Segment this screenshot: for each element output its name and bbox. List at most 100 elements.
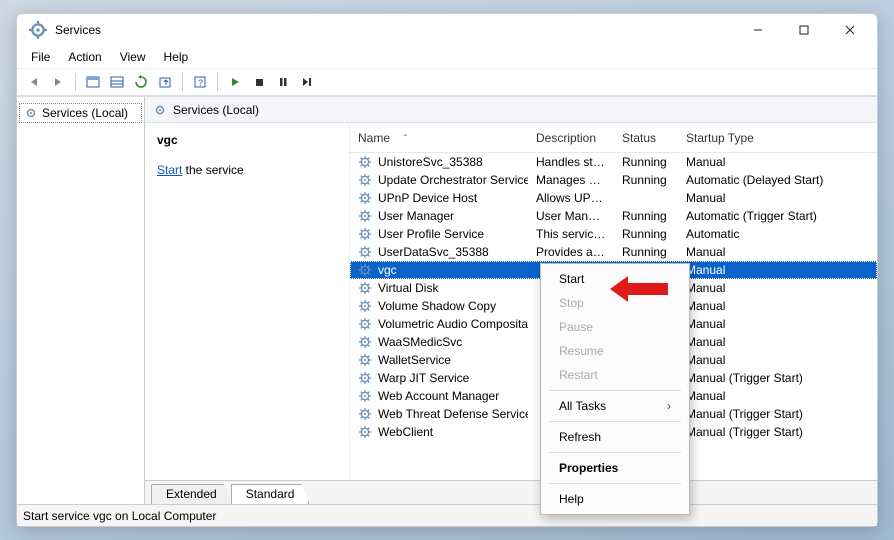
row-desc: User Manag…	[528, 209, 614, 223]
forward-button[interactable]	[47, 71, 69, 93]
tree-root-label: Services (Local)	[42, 106, 128, 120]
row-desc: Provides ap…	[528, 245, 614, 259]
row-name: vgc	[378, 263, 397, 277]
tree-pane: Services (Local)	[17, 97, 145, 504]
row-startup: Manual (Trigger Start)	[678, 407, 877, 421]
menu-action[interactable]: Action	[60, 48, 109, 66]
col-description[interactable]: Description	[528, 131, 614, 145]
help-button[interactable]: ?	[189, 71, 211, 93]
ctx-properties[interactable]: Properties	[541, 456, 689, 480]
tab-extended[interactable]: Extended	[151, 484, 232, 504]
gear-icon	[358, 407, 372, 421]
row-startup: Automatic	[678, 227, 877, 241]
table-row[interactable]: Update Orchestrator ServiceManages Wi…Ru…	[350, 171, 877, 189]
maximize-button[interactable]	[781, 16, 827, 44]
tab-standard[interactable]: Standard	[231, 484, 310, 504]
service-summary-pane: vgc Start the service	[145, 123, 350, 480]
row-startup: Manual	[678, 281, 877, 295]
row-name: UserDataSvc_35388	[378, 245, 489, 259]
row-startup: Manual (Trigger Start)	[678, 371, 877, 385]
stop-service-button[interactable]	[248, 71, 270, 93]
row-startup: Manual	[678, 317, 877, 331]
row-startup: Manual	[678, 245, 877, 259]
row-name: Volumetric Audio Composita…	[378, 317, 528, 331]
table-row[interactable]: UPnP Device HostAllows UPn…Manual	[350, 189, 877, 207]
statusbar: Start service vgc on Local Computer	[17, 504, 877, 526]
row-status: Running	[614, 245, 678, 259]
menu-file[interactable]: File	[23, 48, 58, 66]
row-desc: Handles sto…	[528, 155, 614, 169]
ctx-help[interactable]: Help	[541, 487, 689, 511]
row-status: Running	[614, 227, 678, 241]
toolbar: ?	[17, 68, 877, 96]
row-startup: Manual	[678, 299, 877, 313]
gear-icon	[358, 353, 372, 367]
row-startup: Manual	[678, 263, 877, 277]
gear-icon	[358, 245, 372, 259]
gear-icon	[358, 263, 372, 277]
menu-help[interactable]: Help	[156, 48, 197, 66]
tree-root-item[interactable]: Services (Local)	[19, 103, 142, 123]
col-name[interactable]: Name⌃	[350, 131, 528, 145]
gear-icon	[358, 281, 372, 295]
row-name: Volume Shadow Copy	[378, 299, 496, 313]
column-headers: Name⌃ Description Status Startup Type	[350, 123, 877, 153]
service-action-line: Start the service	[157, 163, 337, 177]
table-row[interactable]: User ManagerUser Manag…RunningAutomatic …	[350, 207, 877, 225]
ctx-refresh[interactable]: Refresh	[541, 425, 689, 449]
services-icon	[24, 106, 38, 120]
ctx-all-tasks[interactable]: All Tasks	[541, 394, 689, 418]
start-link[interactable]: Start	[157, 163, 182, 177]
row-status: Running	[614, 155, 678, 169]
minimize-button[interactable]	[735, 16, 781, 44]
row-startup: Manual	[678, 191, 877, 205]
body: Services (Local) Services (Local) vgc St…	[17, 96, 877, 504]
gear-icon	[358, 425, 372, 439]
status-text: Start service vgc on Local Computer	[23, 509, 216, 523]
table-row[interactable]: UserDataSvc_35388 Provides ap…RunningManu…	[350, 243, 877, 261]
row-name: UnistoreSvc_35388	[378, 155, 483, 169]
row-name: Warp JIT Service	[378, 371, 469, 385]
gear-icon	[358, 299, 372, 313]
table-row[interactable]: User Profile ServiceThis service …Runnin…	[350, 225, 877, 243]
gear-icon	[358, 155, 372, 169]
gear-icon	[358, 173, 372, 187]
ctx-resume: Resume	[541, 339, 689, 363]
row-startup: Manual (Trigger Start)	[678, 425, 877, 439]
row-name: Virtual Disk	[378, 281, 438, 295]
pause-service-button[interactable]	[272, 71, 294, 93]
row-startup: Manual	[678, 335, 877, 349]
row-name: UPnP Device Host	[378, 191, 477, 205]
back-button[interactable]	[23, 71, 45, 93]
row-name: User Manager	[378, 209, 454, 223]
show-hide-tree-button[interactable]	[82, 71, 104, 93]
gear-icon	[358, 209, 372, 223]
gear-icon	[358, 227, 372, 241]
table-row[interactable]: UnistoreSvc_35388 Handles sto…RunningManu…	[350, 153, 877, 171]
row-name: User Profile Service	[378, 227, 484, 241]
start-service-button[interactable]	[224, 71, 246, 93]
row-name: WaaSMedicSvc	[378, 335, 462, 349]
row-desc: Manages Wi…	[528, 173, 614, 187]
detail-pane: Services (Local) vgc Start the service N…	[145, 97, 877, 504]
refresh-button[interactable]	[130, 71, 152, 93]
restart-service-button[interactable]	[296, 71, 318, 93]
row-startup: Automatic (Delayed Start)	[678, 173, 877, 187]
sort-caret-icon: ⌃	[402, 133, 409, 142]
menubar: File Action View Help	[17, 46, 877, 68]
row-name: Web Account Manager	[378, 389, 499, 403]
export-list-button[interactable]	[106, 71, 128, 93]
view-tabs: Extended Standard	[145, 480, 877, 504]
row-startup: Manual	[678, 155, 877, 169]
svg-text:?: ?	[198, 78, 203, 88]
export-button[interactable]	[154, 71, 176, 93]
close-button[interactable]	[827, 16, 873, 44]
titlebar: Services	[17, 14, 877, 46]
col-status[interactable]: Status	[614, 131, 678, 145]
annotation-arrow	[610, 276, 668, 302]
menu-view[interactable]: View	[112, 48, 154, 66]
col-startup-type[interactable]: Startup Type	[678, 131, 877, 145]
row-startup: Manual	[678, 353, 877, 367]
gear-icon	[358, 317, 372, 331]
row-startup: Automatic (Trigger Start)	[678, 209, 877, 223]
